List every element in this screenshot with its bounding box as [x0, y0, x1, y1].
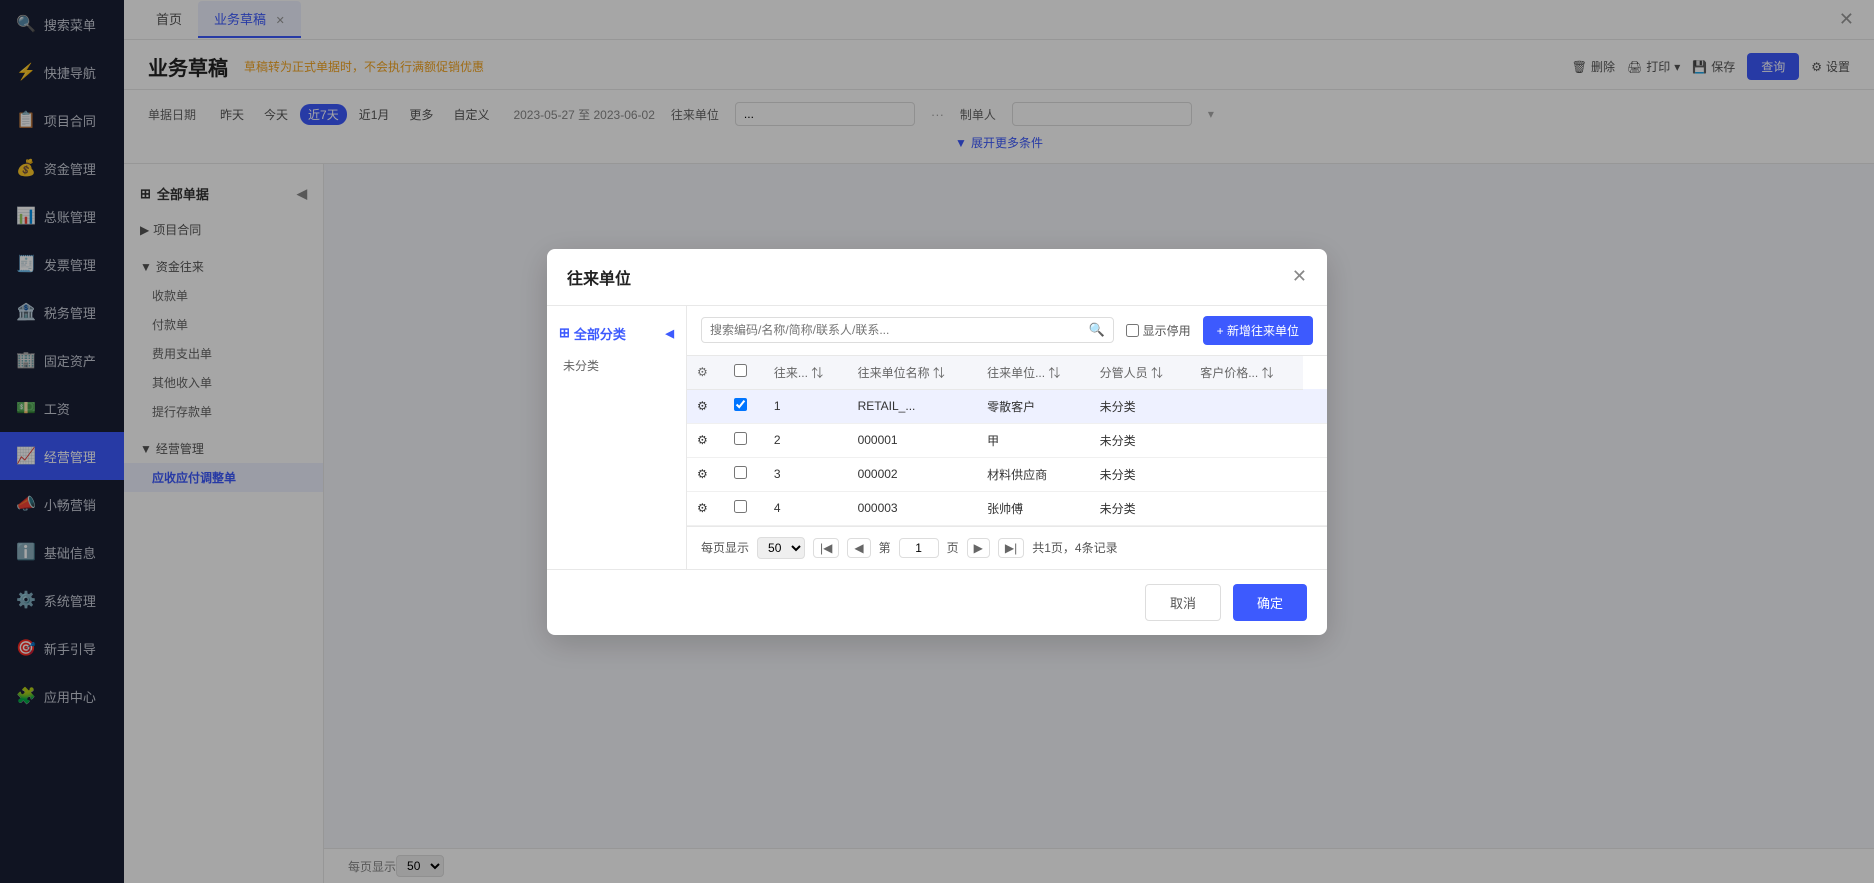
- per-page-label: 每页显示: [701, 539, 749, 556]
- row-checkbox-cell[interactable]: [724, 389, 764, 423]
- row-checkbox-cell[interactable]: [724, 491, 764, 525]
- row-checkbox-cell[interactable]: [724, 457, 764, 491]
- total-records: 共1页，4条记录: [1032, 539, 1117, 556]
- row-price-cell: [1303, 423, 1327, 457]
- row-name-cell: 甲: [977, 423, 1090, 457]
- next-page-button[interactable]: ▶: [967, 538, 990, 558]
- dialog-overlay: 往来单位 ✕ ⊞ 全部分类 ◀ 未分类 🔍: [0, 0, 1874, 883]
- grid-category-icon: ⊞: [559, 325, 570, 341]
- dialog-title: 往来单位: [567, 265, 631, 289]
- row-number-cell: 3: [764, 457, 848, 491]
- add-partner-button[interactable]: + 新增往来单位: [1203, 316, 1313, 345]
- col-settings: ⚙: [687, 356, 724, 390]
- dialog-right: 🔍 显示停用 + 新增往来单位 ⚙: [687, 306, 1327, 569]
- row-name-cell: 零散客户: [977, 389, 1090, 423]
- dialog-table-wrap: ⚙ 往来... ⇅ 往来单位名称 ⇅ 往来单位... ⇅ 分管人员 ⇅ 客户价格…: [687, 356, 1327, 526]
- col-price[interactable]: 客户价格... ⇅: [1190, 356, 1303, 390]
- table-row[interactable]: ⚙ 2 000001 甲 未分类: [687, 423, 1327, 457]
- col-checkbox: [724, 356, 764, 390]
- row-category-cell: 未分类: [1090, 389, 1191, 423]
- col-manager[interactable]: 分管人员 ⇅: [1090, 356, 1191, 390]
- row-price-cell: [1303, 389, 1327, 423]
- show-disabled-checkbox[interactable]: 显示停用: [1126, 322, 1191, 339]
- row-settings-cell: ⚙: [687, 491, 724, 525]
- row-category-cell: 未分类: [1090, 457, 1191, 491]
- dialog-categories: ⊞ 全部分类 ◀ 未分类: [547, 306, 687, 569]
- search-box: 🔍: [701, 317, 1114, 343]
- dialog-toolbar: 🔍 显示停用 + 新增往来单位: [687, 306, 1327, 356]
- row-manager-cell: [1190, 389, 1303, 423]
- confirm-button[interactable]: 确定: [1233, 584, 1307, 621]
- row-settings-cell: ⚙: [687, 457, 724, 491]
- row-checkbox-cell[interactable]: [724, 423, 764, 457]
- row-price-cell: [1303, 457, 1327, 491]
- show-disabled-check[interactable]: [1126, 324, 1139, 337]
- row-settings-cell: ⚙: [687, 389, 724, 423]
- row-category-cell: 未分类: [1090, 491, 1191, 525]
- col-name[interactable]: 往来单位名称 ⇅: [848, 356, 978, 390]
- collapse-left-icon[interactable]: ◀: [666, 327, 674, 340]
- table-row[interactable]: ⚙ 4 000003 张帅傅 未分类: [687, 491, 1327, 525]
- row-code-cell: RETAIL_...: [848, 389, 978, 423]
- dialog-actions: 取消 确定: [547, 569, 1327, 635]
- row-manager-cell: [1190, 491, 1303, 525]
- page-prefix: 第: [879, 539, 891, 556]
- col-code[interactable]: 往来... ⇅: [764, 356, 848, 390]
- row-name-cell: 张帅傅: [977, 491, 1090, 525]
- row-code-cell: 000002: [848, 457, 978, 491]
- dialog-pagination: 每页显示 50 |◀ ◀ 第 页 ▶ ▶| 共1页，4条记录: [687, 526, 1327, 569]
- row-manager-cell: [1190, 457, 1303, 491]
- category-unclassified[interactable]: 未分类: [547, 349, 686, 382]
- row-manager-cell: [1190, 423, 1303, 457]
- category-title[interactable]: ⊞ 全部分类 ◀: [547, 318, 686, 349]
- table-row[interactable]: ⚙ 1 RETAIL_... 零散客户 未分类: [687, 389, 1327, 423]
- search-icon: 🔍: [1088, 322, 1104, 338]
- page-number-input[interactable]: [899, 538, 939, 558]
- cancel-button[interactable]: 取消: [1145, 584, 1221, 621]
- last-page-button[interactable]: ▶|: [998, 538, 1024, 558]
- row-number-cell: 1: [764, 389, 848, 423]
- dialog-body: ⊞ 全部分类 ◀ 未分类 🔍 显示停用: [547, 306, 1327, 569]
- dialog-close-button[interactable]: ✕: [1292, 266, 1307, 287]
- row-code-cell: 000003: [848, 491, 978, 525]
- search-input[interactable]: [710, 323, 1082, 337]
- dialog-header: 往来单位 ✕: [547, 249, 1327, 306]
- prev-page-button[interactable]: ◀: [847, 538, 870, 558]
- page-suffix: 页: [947, 539, 959, 556]
- select-all-checkbox[interactable]: [734, 364, 747, 377]
- row-number-cell: 4: [764, 491, 848, 525]
- row-code-cell: 000001: [848, 423, 978, 457]
- first-page-button[interactable]: |◀: [813, 538, 839, 558]
- table-row[interactable]: ⚙ 3 000002 材料供应商 未分类: [687, 457, 1327, 491]
- per-page-select[interactable]: 50: [757, 537, 805, 559]
- row-name-cell: 材料供应商: [977, 457, 1090, 491]
- row-category-cell: 未分类: [1090, 423, 1191, 457]
- partner-dialog: 往来单位 ✕ ⊞ 全部分类 ◀ 未分类 🔍: [547, 249, 1327, 635]
- col-category[interactable]: 往来单位... ⇅: [977, 356, 1090, 390]
- row-price-cell: [1303, 491, 1327, 525]
- row-settings-cell: ⚙: [687, 423, 724, 457]
- row-number-cell: 2: [764, 423, 848, 457]
- partner-table: ⚙ 往来... ⇅ 往来单位名称 ⇅ 往来单位... ⇅ 分管人员 ⇅ 客户价格…: [687, 356, 1327, 526]
